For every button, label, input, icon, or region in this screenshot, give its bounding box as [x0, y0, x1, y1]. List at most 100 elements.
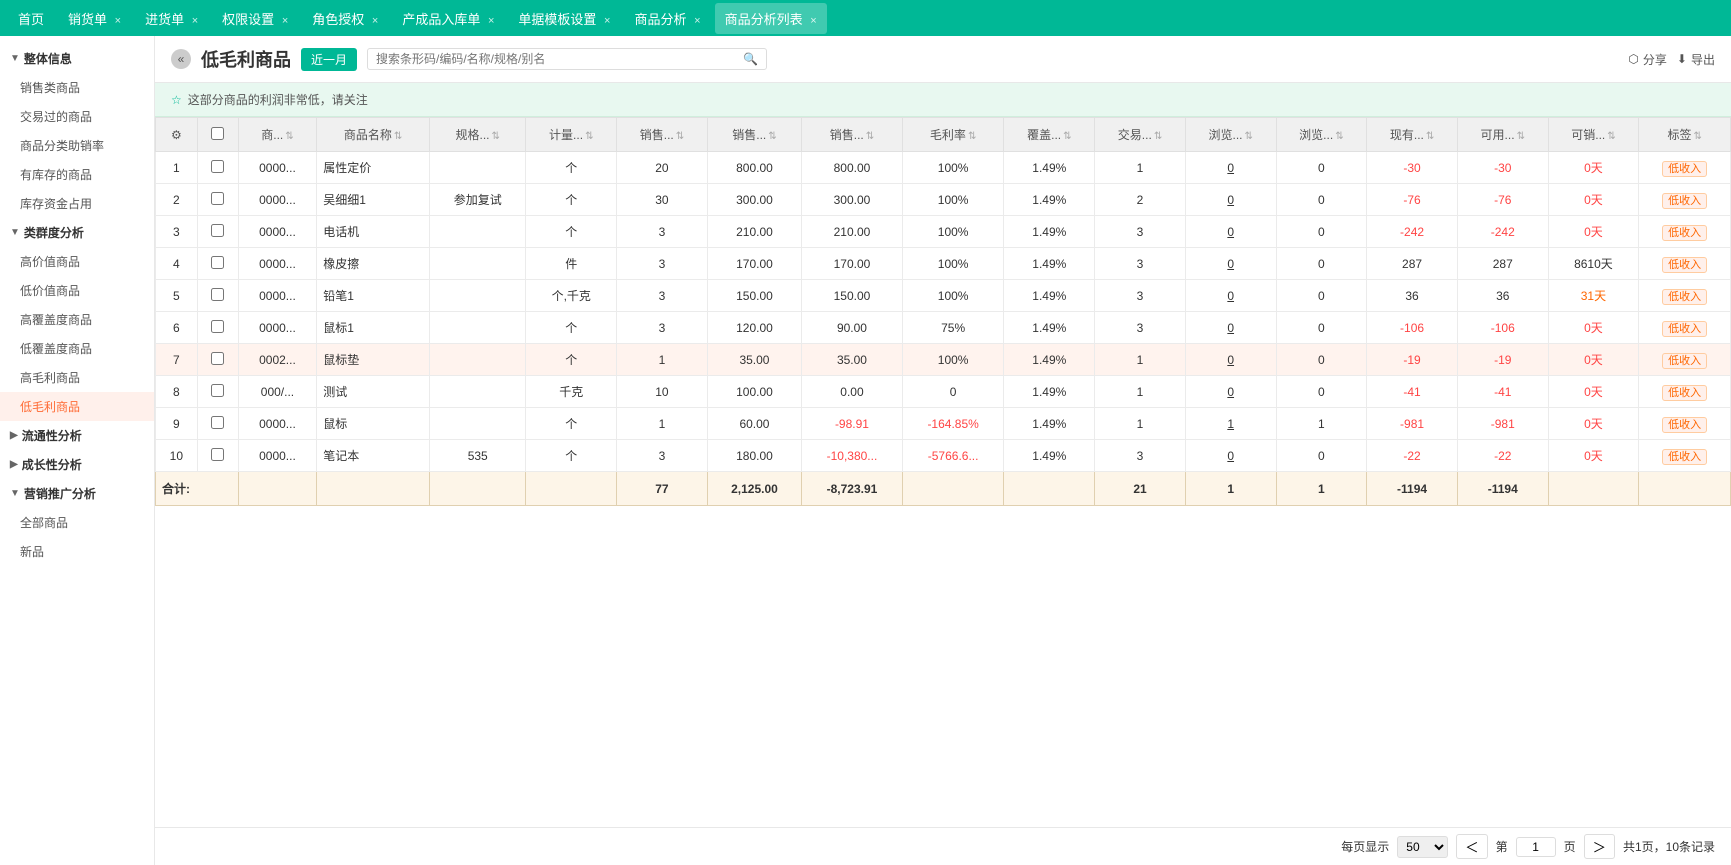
collapse-sidebar-btn[interactable]: « [171, 49, 191, 69]
row-checkbox-input[interactable] [211, 224, 224, 237]
export-btn[interactable]: ⬇ 导出 [1677, 51, 1715, 68]
next-page-btn[interactable]: ＞ [1584, 834, 1615, 859]
sidebar-item-category-rate[interactable]: 商品分类助销率 [0, 131, 154, 160]
col-sales-amount[interactable]: 销售...⇅ [802, 118, 903, 152]
row-checkbox[interactable] [197, 248, 238, 280]
sidebar-item-high-margin[interactable]: 高毛利商品 [0, 363, 154, 392]
sidebar-item-low-margin[interactable]: 低毛利商品 [0, 392, 154, 421]
sidebar-item-high-value[interactable]: 高价值商品 [0, 247, 154, 276]
sidebar-item-low-coverage[interactable]: 低覆盖度商品 [0, 334, 154, 363]
row-view1[interactable]: 0 [1185, 312, 1276, 344]
row-view1[interactable]: 0 [1185, 248, 1276, 280]
prev-page-btn[interactable]: ＜ [1456, 834, 1487, 859]
nav-template-settings[interactable]: 单据模板设置 × [508, 3, 620, 34]
nav-product-analysis[interactable]: 商品分析 × [624, 3, 710, 34]
close-icon[interactable]: × [192, 15, 198, 27]
col-spec[interactable]: 规格...⇅ [430, 118, 526, 152]
close-icon[interactable]: × [810, 15, 816, 27]
row-view1[interactable]: 0 [1185, 280, 1276, 312]
col-settings[interactable]: ⚙ [156, 118, 198, 152]
filter-recent-month-btn[interactable]: 近一月 [301, 48, 357, 71]
col-view1[interactable]: 浏览...⇅ [1185, 118, 1276, 152]
row-checkbox-input[interactable] [211, 416, 224, 429]
row-view1[interactable]: 1 [1185, 408, 1276, 440]
row-name[interactable]: 铅笔1 [317, 280, 430, 312]
close-icon[interactable]: × [372, 15, 378, 27]
col-coverage[interactable]: 覆盖...⇅ [1004, 118, 1095, 152]
sidebar-group-marketing[interactable]: ▼ 营销推广分析 [0, 479, 154, 508]
col-current-stock[interactable]: 现有...⇅ [1367, 118, 1458, 152]
sidebar-group-liquidity[interactable]: ▶ 流通性分析 [0, 421, 154, 450]
row-checkbox[interactable] [197, 408, 238, 440]
close-icon[interactable]: × [694, 15, 700, 27]
col-checkbox[interactable] [197, 118, 238, 152]
page-number-input[interactable] [1516, 837, 1556, 857]
sidebar-group-overall[interactable]: ▼ 整体信息 [0, 44, 154, 73]
row-checkbox[interactable] [197, 216, 238, 248]
row-name[interactable]: 吴细细1 [317, 184, 430, 216]
search-icon[interactable]: 🔍 [743, 52, 758, 66]
sidebar-item-new-products[interactable]: 新品 [0, 537, 154, 566]
nav-purchase-order[interactable]: 进货单 × [135, 3, 208, 34]
row-name[interactable]: 笔记本 [317, 440, 430, 472]
sidebar-item-capital-usage[interactable]: 库存资金占用 [0, 189, 154, 218]
per-page-select[interactable]: 50 100 200 [1397, 836, 1448, 858]
row-checkbox-input[interactable] [211, 448, 224, 461]
row-name[interactable]: 鼠标 [317, 408, 430, 440]
row-name[interactable]: 橡皮擦 [317, 248, 430, 280]
sidebar-item-sales-products[interactable]: 销售类商品 [0, 73, 154, 102]
share-btn[interactable]: ⬡ 分享 [1628, 51, 1667, 68]
sidebar-item-traded-products[interactable]: 交易过的商品 [0, 102, 154, 131]
row-checkbox[interactable] [197, 152, 238, 184]
close-icon[interactable]: × [604, 15, 610, 27]
row-view1[interactable]: 0 [1185, 344, 1276, 376]
col-sellable[interactable]: 可销...⇅ [1548, 118, 1639, 152]
close-icon[interactable]: × [115, 15, 121, 27]
row-checkbox[interactable] [197, 280, 238, 312]
row-name[interactable]: 电话机 [317, 216, 430, 248]
row-checkbox-input[interactable] [211, 192, 224, 205]
row-view1[interactable]: 0 [1185, 216, 1276, 248]
row-checkbox-input[interactable] [211, 320, 224, 333]
col-sales-qty[interactable]: 销售...⇅ [617, 118, 708, 152]
nav-permissions[interactable]: 权限设置 × [212, 3, 298, 34]
sidebar-item-all-products[interactable]: 全部商品 [0, 508, 154, 537]
sidebar-item-low-value[interactable]: 低价值商品 [0, 276, 154, 305]
row-checkbox[interactable] [197, 344, 238, 376]
row-checkbox-input[interactable] [211, 256, 224, 269]
close-icon[interactable]: × [282, 15, 288, 27]
col-name[interactable]: 商品名称⇅ [317, 118, 430, 152]
col-code[interactable]: 商...⇅ [238, 118, 317, 152]
row-name[interactable]: 鼠标1 [317, 312, 430, 344]
row-checkbox-input[interactable] [211, 288, 224, 301]
row-name[interactable]: 测试 [317, 376, 430, 408]
row-name[interactable]: 鼠标垫 [317, 344, 430, 376]
row-checkbox[interactable] [197, 312, 238, 344]
row-view1[interactable]: 0 [1185, 440, 1276, 472]
col-view2[interactable]: 浏览...⇅ [1276, 118, 1367, 152]
col-sales-price[interactable]: 销售...⇅ [707, 118, 801, 152]
row-checkbox[interactable] [197, 440, 238, 472]
row-view1[interactable]: 0 [1185, 376, 1276, 408]
nav-sales-order[interactable]: 销货单 × [58, 3, 131, 34]
close-icon[interactable]: × [488, 15, 494, 27]
sidebar-item-stock-products[interactable]: 有库存的商品 [0, 160, 154, 189]
sidebar-item-high-coverage[interactable]: 高覆盖度商品 [0, 305, 154, 334]
col-tag[interactable]: 标签⇅ [1639, 118, 1731, 152]
select-all-checkbox[interactable] [211, 127, 224, 140]
nav-role-auth[interactable]: 角色授权 × [302, 3, 388, 34]
nav-home[interactable]: 首页 [8, 3, 54, 34]
col-transaction[interactable]: 交易...⇅ [1095, 118, 1186, 152]
search-input[interactable] [376, 52, 743, 66]
row-name[interactable]: 属性定价 [317, 152, 430, 184]
row-view1[interactable]: 0 [1185, 152, 1276, 184]
nav-product-entry[interactable]: 产成品入库单 × [392, 3, 504, 34]
row-checkbox[interactable] [197, 184, 238, 216]
col-gross-margin[interactable]: 毛利率⇅ [902, 118, 1004, 152]
row-checkbox-input[interactable] [211, 384, 224, 397]
row-checkbox-input[interactable] [211, 352, 224, 365]
sidebar-group-growth[interactable]: ▶ 成长性分析 [0, 450, 154, 479]
row-checkbox-input[interactable] [211, 160, 224, 173]
nav-product-analysis-list[interactable]: 商品分析列表 × [715, 3, 827, 34]
col-available[interactable]: 可用...⇅ [1457, 118, 1548, 152]
